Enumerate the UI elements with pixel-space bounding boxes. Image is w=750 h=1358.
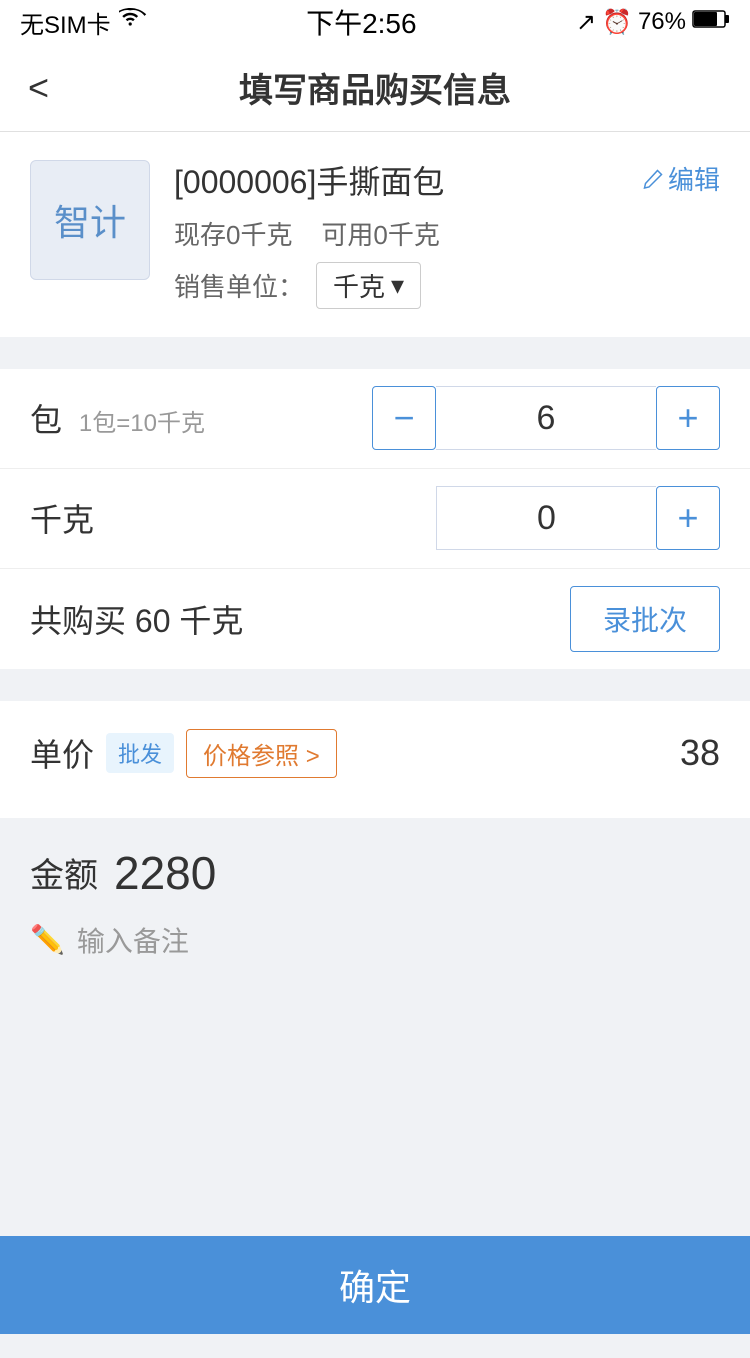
product-image: 智计 <box>30 160 150 280</box>
unit-select[interactable]: 千克 ▾ <box>316 262 421 309</box>
empty-space <box>0 980 750 1260</box>
product-top-row: [0000006]手撕面包 编辑 <box>174 160 720 215</box>
quantity-section: 包 1包=10千克 − + 千克 + <box>0 369 750 569</box>
summary-row: 共购买 60 千克 录批次 <box>0 569 750 669</box>
price-ref-button[interactable]: 价格参照 > <box>186 729 337 778</box>
unit-label: 销售单位： <box>174 267 304 304</box>
pack-sublabel: 1包=10千克 <box>79 410 205 437</box>
remark-placeholder: 输入备注 <box>77 920 189 960</box>
confirm-bar[interactable]: 确定 <box>0 1236 750 1334</box>
page-title: 填写商品购买信息 <box>239 63 511 112</box>
price-label: 单价 <box>30 730 94 776</box>
carrier-text: 无SIM卡 <box>20 5 111 40</box>
product-logo: 智计 <box>54 194 126 246</box>
main-content: 无SIM卡 下午2:56 ↗ ⏰ 76% < 填写商品购买信息 智计 [0000… <box>0 0 750 1358</box>
price-row: 单价 批发 价格参照 > 38 <box>30 729 720 778</box>
divider-2 <box>0 685 750 701</box>
kg-qty-controls: + <box>436 486 720 550</box>
status-right: ↗ ⏰ 76% <box>576 8 730 37</box>
summary-text: 共购买 60 千克 <box>30 596 243 642</box>
location-icon: ↗ <box>576 8 596 37</box>
remark-row[interactable]: ✏️ 输入备注 <box>30 920 720 960</box>
pack-increment-button[interactable]: + <box>656 386 720 450</box>
nav-bar: < 填写商品购买信息 <box>0 44 750 132</box>
product-card: 智计 [0000006]手撕面包 编辑 现存0千克 可用0千克 销售单位： 千克… <box>0 132 750 337</box>
tag-batch: 批发 <box>106 733 174 773</box>
price-section: 单价 批发 价格参照 > 38 <box>0 701 750 818</box>
status-time: 下午2:56 <box>306 2 417 42</box>
product-info: [0000006]手撕面包 编辑 现存0千克 可用0千克 销售单位： 千克 ▾ <box>174 160 720 309</box>
kg-increment-button[interactable]: + <box>656 486 720 550</box>
kg-label: 千克 <box>30 495 230 541</box>
amount-row: 金额 2280 <box>30 846 720 900</box>
pencil-icon: ✏️ <box>30 923 65 956</box>
dropdown-icon: ▾ <box>391 270 404 301</box>
battery-text: 76% <box>638 8 686 36</box>
amount-section: 金额 2280 ✏️ 输入备注 <box>0 818 750 980</box>
price-left: 单价 批发 价格参照 > <box>30 729 337 778</box>
product-unit-row: 销售单位： 千克 ▾ <box>174 262 720 309</box>
edit-button[interactable]: 编辑 <box>642 160 720 197</box>
product-stock: 现存0千克 可用0千克 <box>174 215 720 252</box>
alarm-icon: ⏰ <box>602 8 632 37</box>
back-button[interactable]: < <box>28 67 49 109</box>
pack-qty-input[interactable] <box>436 386 656 450</box>
pack-decrement-button[interactable]: − <box>372 386 436 450</box>
product-name: [0000006]手撕面包 <box>174 160 444 205</box>
wifi-icon <box>119 8 147 37</box>
kg-qty-input[interactable] <box>436 486 656 550</box>
batch-button[interactable]: 录批次 <box>570 586 720 652</box>
amount-label: 金额 <box>30 848 98 897</box>
battery-icon <box>692 8 730 36</box>
pack-qty-row: 包 1包=10千克 − + <box>0 369 750 469</box>
amount-value: 2280 <box>114 846 216 900</box>
pack-label: 包 1包=10千克 <box>30 395 230 441</box>
pack-qty-controls: − + <box>372 386 720 450</box>
kg-qty-row: 千克 + <box>0 469 750 569</box>
divider-1 <box>0 353 750 369</box>
confirm-text: 确定 <box>339 1259 411 1311</box>
price-value: 38 <box>680 732 720 774</box>
status-left: 无SIM卡 <box>20 5 147 40</box>
status-bar: 无SIM卡 下午2:56 ↗ ⏰ 76% <box>0 0 750 44</box>
